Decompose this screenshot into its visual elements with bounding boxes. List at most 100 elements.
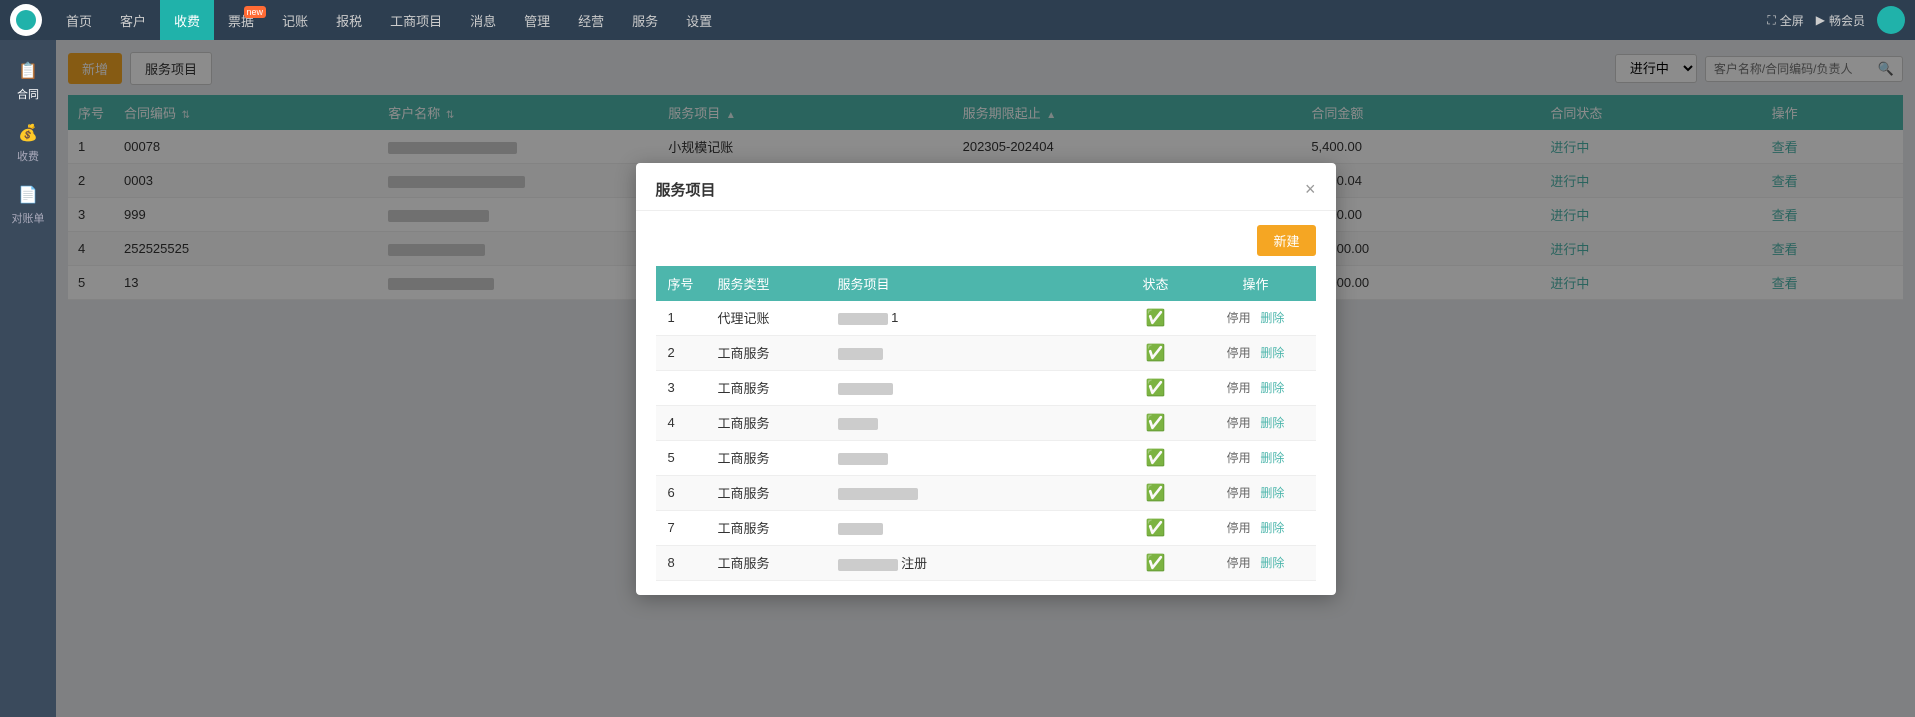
status-check-icon: ✅	[1146, 380, 1166, 397]
status-check-icon: ✅	[1146, 485, 1166, 502]
top-navigation: 首页 客户 收费 票据 new 记账 报税 工商项目 消息 管理 经营	[0, 0, 1915, 40]
sidebar-item-duizhangdan[interactable]: 📄 对账单	[0, 174, 56, 236]
modal-cell-type: 工商服务	[706, 405, 826, 440]
sidebar-item-contract[interactable]: 📋 合同	[0, 50, 56, 112]
stop-button[interactable]: 停用	[1227, 451, 1251, 465]
status-check-icon: ✅	[1146, 520, 1166, 537]
delete-button[interactable]: 删除	[1260, 521, 1284, 535]
delete-button[interactable]: 删除	[1260, 311, 1284, 325]
shoufei-icon: 💰	[17, 122, 39, 144]
modal-header: 服务项目 ×	[636, 163, 1336, 211]
modal-cell-type: 工商服务	[706, 510, 826, 545]
contract-icon: 📋	[17, 60, 39, 82]
modal-cell-action: 停用 删除	[1196, 370, 1316, 405]
delete-button[interactable]: 删除	[1260, 346, 1284, 360]
status-check-icon: ✅	[1146, 450, 1166, 467]
nav-jizhang[interactable]: 记账	[268, 0, 322, 40]
nav-piaoju[interactable]: 票据 new	[214, 0, 268, 40]
stop-button[interactable]: 停用	[1227, 556, 1251, 570]
modal-cell-seq: 3	[656, 370, 706, 405]
duizhangdan-icon: 📄	[17, 184, 39, 206]
modal-cell-status: ✅	[1116, 440, 1196, 475]
nav-settings[interactable]: 设置	[672, 0, 726, 40]
top-right-actions: ⛶ 全屏 ▶ 畅会员	[1767, 6, 1905, 34]
fullscreen-button[interactable]: ⛶ 全屏	[1767, 12, 1803, 29]
nav-shoufei[interactable]: 收费	[160, 0, 214, 40]
modal-table-wrap: 序号 服务类型 服务项目 状态 操作 1 代理记账 1 ✅	[656, 266, 1316, 581]
modal-title: 服务项目	[656, 179, 716, 200]
modal-cell-seq: 4	[656, 405, 706, 440]
modal-header-row: 序号 服务类型 服务项目 状态 操作	[656, 266, 1316, 301]
stop-button[interactable]: 停用	[1227, 381, 1251, 395]
modal-cell-status: ✅	[1116, 405, 1196, 440]
modal-cell-status: ✅	[1116, 335, 1196, 370]
delete-button[interactable]: 删除	[1260, 556, 1284, 570]
nav-menu: 首页 客户 收费 票据 new 记账 报税 工商项目 消息 管理 经营	[52, 0, 1767, 40]
modal-cell-status: ✅	[1116, 545, 1196, 580]
modal-cell-action: 停用 删除	[1196, 405, 1316, 440]
user-avatar[interactable]	[1877, 6, 1905, 34]
modal-cell-type: 工商服务	[706, 475, 826, 510]
nav-message[interactable]: 消息	[456, 0, 510, 40]
modal-col-action: 操作	[1196, 266, 1316, 301]
stop-button[interactable]: 停用	[1227, 521, 1251, 535]
nav-manage[interactable]: 管理	[510, 0, 564, 40]
modal-cell-item	[826, 335, 1116, 370]
modal-cell-item	[826, 475, 1116, 510]
list-item: 5 工商服务 ✅ 停用 删除	[656, 440, 1316, 475]
modal-cell-status: ✅	[1116, 301, 1196, 336]
modal-cell-action: 停用 删除	[1196, 510, 1316, 545]
modal-cell-seq: 7	[656, 510, 706, 545]
list-item: 4 工商服务 ✅ 停用 删除	[656, 405, 1316, 440]
modal-cell-item: 注册	[826, 545, 1116, 580]
modal-close-button[interactable]: ×	[1305, 180, 1316, 198]
modal-cell-type: 工商服务	[706, 335, 826, 370]
modal-cell-seq: 1	[656, 301, 706, 336]
stop-button[interactable]: 停用	[1227, 311, 1251, 325]
modal-cell-item	[826, 510, 1116, 545]
sidebar-item-shoufei[interactable]: 💰 收费	[0, 112, 56, 174]
app-logo	[10, 4, 42, 36]
delete-button[interactable]: 删除	[1260, 416, 1284, 430]
modal-cell-action: 停用 删除	[1196, 301, 1316, 336]
modal-new-button[interactable]: 新建	[1257, 225, 1315, 256]
stop-button[interactable]: 停用	[1227, 416, 1251, 430]
new-badge: new	[244, 6, 267, 18]
modal-cell-status: ✅	[1116, 370, 1196, 405]
modal-col-seq: 序号	[656, 266, 706, 301]
sidebar: 📋 合同 💰 收费 📄 对账单	[0, 40, 56, 717]
list-item: 3 工商服务 ✅ 停用 删除	[656, 370, 1316, 405]
modal-cell-action: 停用 删除	[1196, 335, 1316, 370]
stop-button[interactable]: 停用	[1227, 346, 1251, 360]
modal-cell-item: 1	[826, 301, 1116, 336]
stop-button[interactable]: 停用	[1227, 486, 1251, 500]
modal-col-type: 服务类型	[706, 266, 826, 301]
modal-cell-type: 工商服务	[706, 370, 826, 405]
nav-gongshang[interactable]: 工商项目	[376, 0, 456, 40]
modal-col-item: 服务项目	[826, 266, 1116, 301]
nav-customer[interactable]: 客户	[106, 0, 160, 40]
nav-jingying[interactable]: 经营	[564, 0, 618, 40]
modal-cell-seq: 5	[656, 440, 706, 475]
modal-toolbar: 新建	[656, 225, 1316, 256]
modal-cell-type: 工商服务	[706, 440, 826, 475]
delete-button[interactable]: 删除	[1260, 381, 1284, 395]
status-check-icon: ✅	[1146, 415, 1166, 432]
nav-home[interactable]: 首页	[52, 0, 106, 40]
modal-cell-item	[826, 370, 1116, 405]
service-modal: 服务项目 × 新建 序号 服务类型 服务项目	[636, 163, 1336, 595]
modal-cell-item	[826, 440, 1116, 475]
modal-cell-item	[826, 405, 1116, 440]
nav-service[interactable]: 服务	[618, 0, 672, 40]
delete-button[interactable]: 删除	[1260, 486, 1284, 500]
nav-baoshui[interactable]: 报税	[322, 0, 376, 40]
list-item: 2 工商服务 ✅ 停用 删除	[656, 335, 1316, 370]
main-content: 新增 服务项目 进行中 已完成 已终止 🔍	[56, 40, 1915, 717]
modal-cell-status: ✅	[1116, 475, 1196, 510]
modal-cell-action: 停用 删除	[1196, 475, 1316, 510]
member-button[interactable]: ▶ 畅会员	[1816, 12, 1865, 29]
delete-button[interactable]: 删除	[1260, 451, 1284, 465]
status-check-icon: ✅	[1146, 555, 1166, 572]
modal-body: 新建 序号 服务类型 服务项目 状态 操作	[636, 211, 1336, 595]
modal-cell-seq: 8	[656, 545, 706, 580]
